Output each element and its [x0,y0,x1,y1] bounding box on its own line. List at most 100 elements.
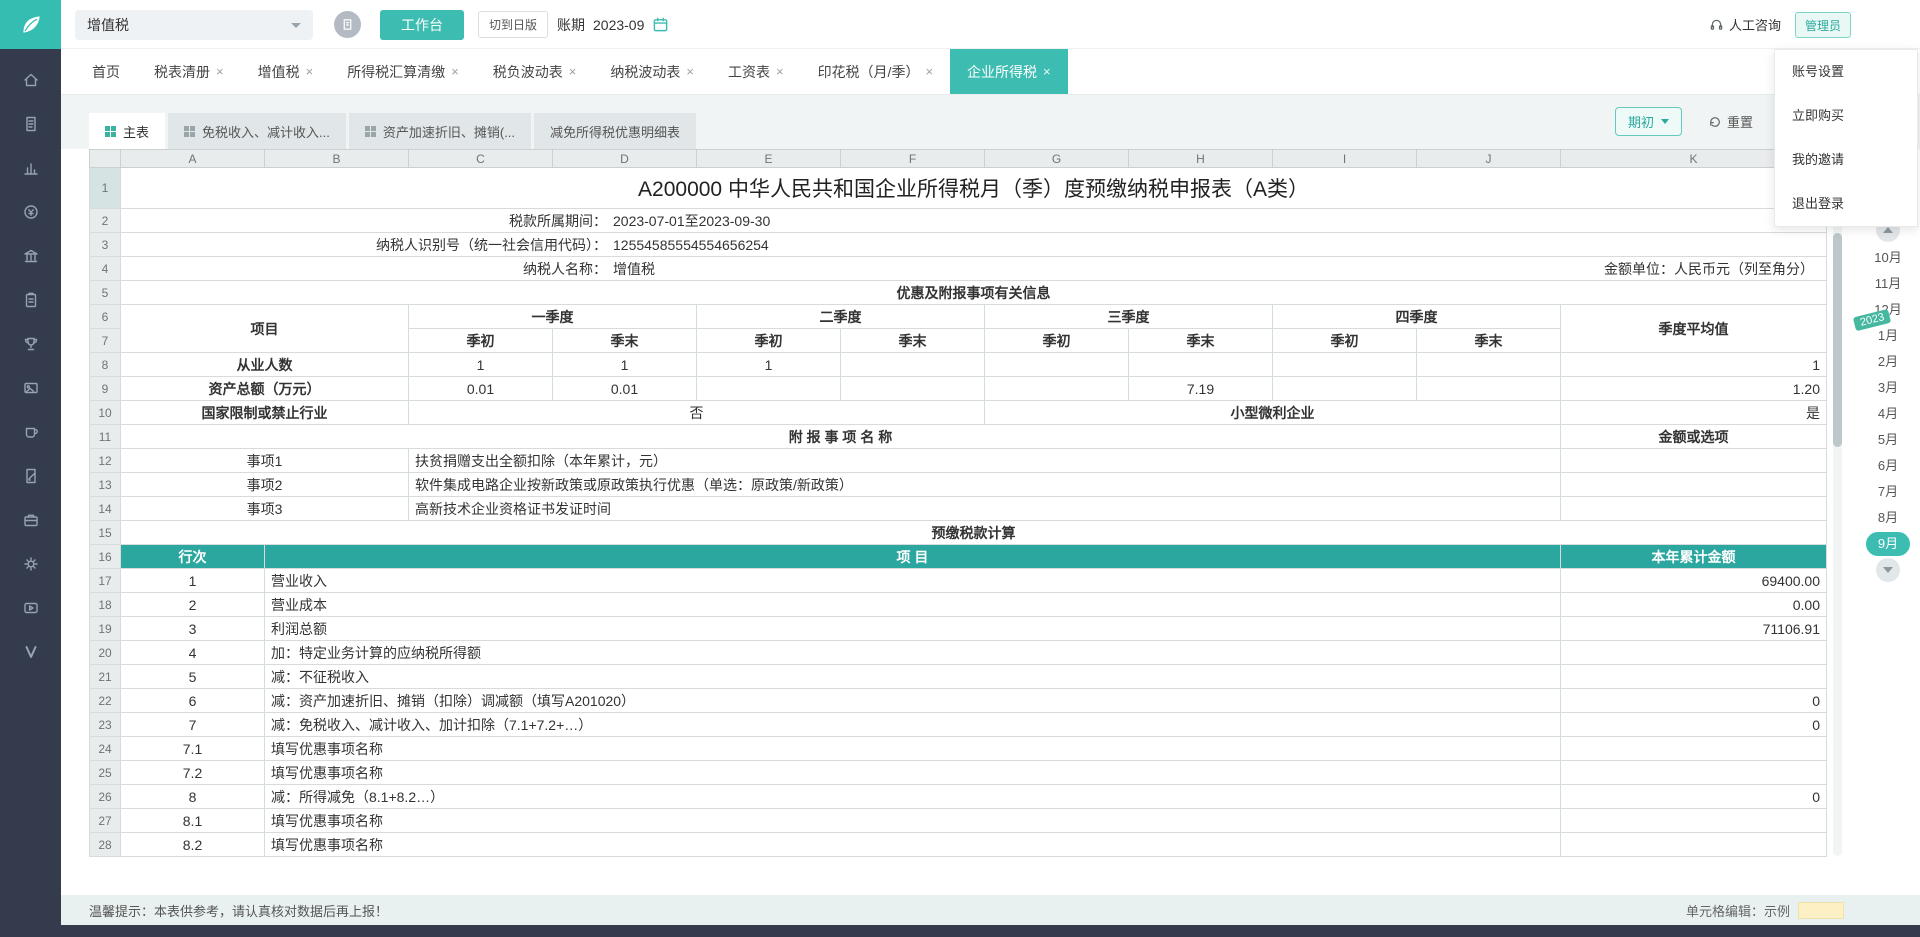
scrollbar-thumb[interactable] [1833,233,1842,447]
cell[interactable]: 1.20 [1560,376,1827,401]
col-header[interactable]: I [1272,149,1417,168]
calendar-icon[interactable] [652,16,669,33]
subtab-exempt-income[interactable]: 免税收入、减计收入... [168,113,346,149]
settings-icon[interactable] [22,555,40,573]
cell[interactable]: 加：特定业务计算的应纳税所得额 [264,640,1561,665]
row-header[interactable]: 26 [89,784,121,809]
row-header[interactable]: 14 [89,496,121,521]
calc-header-line[interactable]: 行次 [120,544,265,569]
cell[interactable]: 填写优惠事项名称 [264,760,1561,785]
col-header[interactable]: E [696,149,841,168]
month-item[interactable]: 6月 [1866,454,1910,478]
cell[interactable] [1560,832,1827,857]
col-header[interactable]: B [264,149,409,168]
cell[interactable]: 0.01 [408,376,553,401]
cell[interactable]: 纳税人名称： 增值税 金额单位：人民币元（列至角分） [120,256,1827,281]
bank-icon[interactable] [22,247,40,265]
cell[interactable]: 69400.00 [1560,568,1827,593]
close-icon[interactable]: × [569,65,577,78]
cell[interactable]: 71106.91 [1560,616,1827,641]
cell[interactable]: 0 [1560,712,1827,737]
cell[interactable]: 减：资产加速折旧、摊销（扣除）调减额（填写A201020） [264,688,1561,713]
cell[interactable] [1560,808,1827,833]
tab-tax-register[interactable]: 税表清册 × [137,49,241,94]
row-header[interactable]: 8 [89,352,121,377]
cell[interactable]: 0.01 [552,376,697,401]
cell[interactable]: 小型微利企业 [984,400,1561,425]
subtab-tax-reduction-detail[interactable]: 减免所得税优惠明细表 [534,113,697,149]
row-header[interactable]: 2 [89,208,121,233]
cell[interactable] [840,376,985,401]
cell[interactable]: 扶贫捐赠支出全额扣除（本年累计，元） [408,448,1561,473]
month-item[interactable]: 1月 [1866,324,1910,348]
row-header[interactable]: 28 [89,832,121,857]
cell[interactable]: 事项3 [120,496,409,521]
cell[interactable]: 季末 [552,328,697,353]
cell[interactable]: 事项1 [120,448,409,473]
cell[interactable]: 季度平均值 [1560,304,1827,353]
cell[interactable] [1560,496,1827,521]
cell[interactable]: 0 [1560,784,1827,809]
menu-item-buy-now[interactable]: 立即购买 [1775,94,1917,138]
corner-cell[interactable] [89,149,121,168]
month-item[interactable]: 11月 [1866,272,1910,296]
row-header[interactable]: 27 [89,808,121,833]
cell[interactable]: 8.2 [120,832,265,857]
row-header[interactable]: 20 [89,640,121,665]
close-icon[interactable]: × [216,65,224,78]
row-header[interactable]: 4 [89,256,121,281]
cell[interactable] [1560,472,1827,497]
cell[interactable]: 减：所得减免（8.1+8.2…） [264,784,1561,809]
cell[interactable] [1416,352,1561,377]
section-title-cell[interactable]: 预缴税款计算 [120,520,1827,545]
cell[interactable]: 国家限制或禁止行业 [120,400,409,425]
month-item[interactable]: 5月 [1866,428,1910,452]
col-header[interactable]: G [984,149,1129,168]
row-header[interactable]: 22 [89,688,121,713]
cell[interactable]: 2 [120,592,265,617]
scroll-down-button[interactable] [1876,558,1900,582]
tab-tax-fluctuation[interactable]: 纳税波动表 × [593,49,711,94]
company-select[interactable]: 增值税 [75,10,313,40]
row-header[interactable]: 19 [89,616,121,641]
tab-vat[interactable]: 增值税 × [241,49,331,94]
tab-stamp-tax[interactable]: 印花税（月/季） × [801,49,950,94]
section-title-cell[interactable]: 附 报 事 项 名 称 [120,424,1561,449]
avatar[interactable] [334,11,361,38]
row-header[interactable]: 24 [89,736,121,761]
cell[interactable]: 填写优惠事项名称 [264,736,1561,761]
cell[interactable]: 1 [120,568,265,593]
cell[interactable]: 季末 [1416,328,1561,353]
cell[interactable]: 季末 [840,328,985,353]
tab-tax-burden[interactable]: 税负波动表 × [476,49,594,94]
row-header[interactable]: 1 [89,167,121,209]
cell[interactable] [840,352,985,377]
tab-home[interactable]: 首页 [75,49,137,94]
clipboard-icon[interactable] [22,291,40,309]
row-header[interactable]: 21 [89,664,121,689]
close-icon[interactable]: × [1043,65,1051,78]
subtab-accelerated-depreciation[interactable]: 资产加速折旧、摊销(... [348,113,532,149]
cell[interactable]: 四季度 [1272,304,1561,329]
cell[interactable]: 季初 [696,328,841,353]
row-header[interactable]: 25 [89,760,121,785]
period-begin-button[interactable]: 期初 [1614,107,1682,136]
subtab-main-table[interactable]: 主表 [89,113,166,149]
col-header[interactable]: F [840,149,985,168]
row-header[interactable]: 18 [89,592,121,617]
cell[interactable]: 7.19 [1128,376,1273,401]
cell[interactable]: 金额或选项 [1560,424,1827,449]
row-header[interactable]: 9 [89,376,121,401]
cell[interactable]: 二季度 [696,304,985,329]
close-icon[interactable]: × [451,65,459,78]
cell[interactable]: 1 [408,352,553,377]
row-header[interactable]: 13 [89,472,121,497]
cell[interactable]: 1 [1560,352,1827,377]
cup-icon[interactable] [22,423,40,441]
reset-button[interactable]: 重置 [1708,112,1753,131]
cell[interactable]: 8.1 [120,808,265,833]
cell[interactable]: 1 [696,352,841,377]
admin-button[interactable]: 管理员 [1794,12,1851,38]
cell[interactable]: 营业收入 [264,568,1561,593]
switch-view-button[interactable]: 切到日版 [478,11,549,38]
